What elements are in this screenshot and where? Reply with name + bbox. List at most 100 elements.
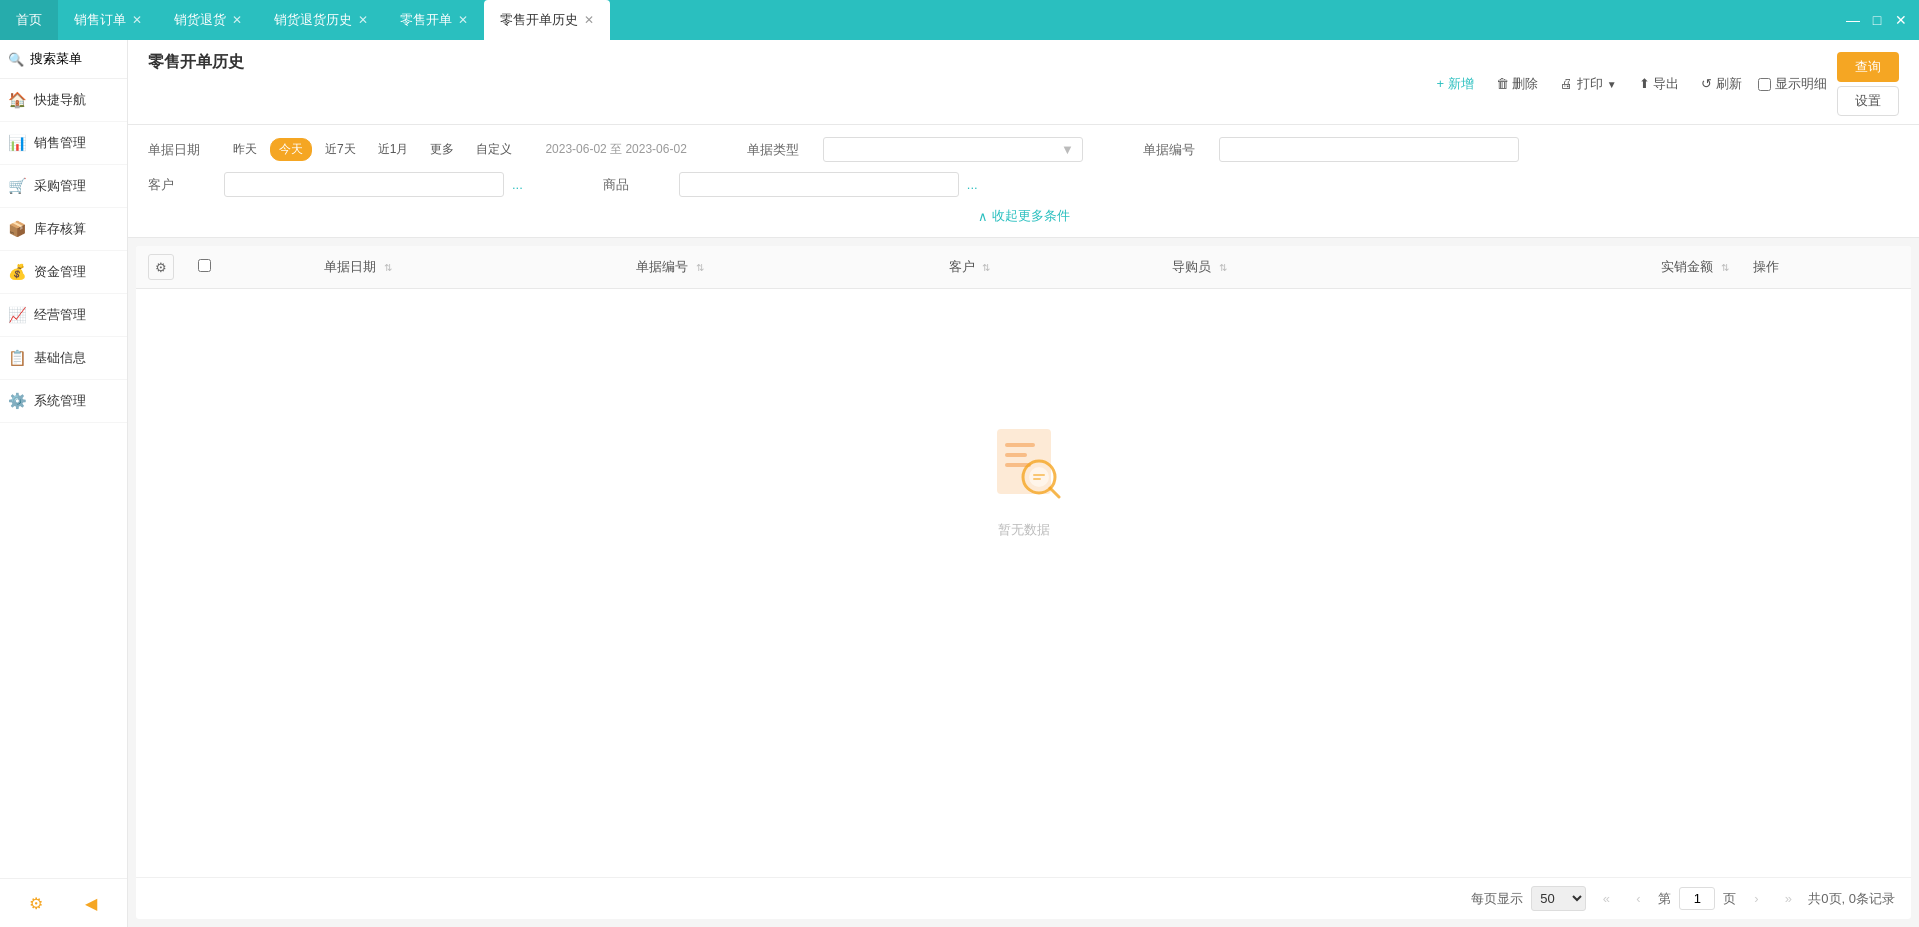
query-button[interactable]: 查询 bbox=[1837, 52, 1899, 82]
close-button[interactable]: ✕ bbox=[1893, 12, 1909, 28]
sort-no-icon[interactable]: ⇅ bbox=[696, 262, 704, 273]
goods-input[interactable] bbox=[679, 172, 959, 197]
tab-sales-order[interactable]: 销售订单 ✕ bbox=[58, 0, 158, 40]
export-button-label: ⬆ 导出 bbox=[1639, 75, 1680, 93]
doc-type-select[interactable]: ▼ bbox=[823, 137, 1083, 162]
date-today[interactable]: 今天 bbox=[270, 138, 312, 161]
sidebar-item-purchase-mgmt[interactable]: 🛒 采购管理 bbox=[0, 165, 127, 208]
svg-rect-8 bbox=[1033, 478, 1041, 480]
svg-rect-7 bbox=[1033, 474, 1045, 476]
sort-guide-icon[interactable]: ⇅ bbox=[1219, 262, 1227, 273]
th-checkbox[interactable] bbox=[186, 246, 312, 289]
date-range-display: 2023-06-02 至 2023-06-02 bbox=[545, 141, 686, 158]
last-page-button[interactable]: » bbox=[1776, 887, 1800, 911]
data-table: ⚙ 单据日期 ⇅ 单据编号 ⇅ bbox=[136, 246, 1911, 289]
next-page-button[interactable]: › bbox=[1744, 887, 1768, 911]
th-amount[interactable]: 实销金额 ⇅ bbox=[1428, 246, 1740, 289]
tab-retail-open-close[interactable]: ✕ bbox=[458, 13, 468, 27]
maximize-button[interactable]: □ bbox=[1869, 12, 1885, 28]
tab-sales-return[interactable]: 销货退货 ✕ bbox=[158, 0, 258, 40]
new-button[interactable]: + 新增 bbox=[1430, 71, 1479, 97]
search-icon: 🔍 bbox=[8, 52, 24, 67]
sidebar-settings-button[interactable]: ⚙ bbox=[22, 889, 50, 917]
minimize-button[interactable]: — bbox=[1845, 12, 1861, 28]
sidebar-item-purchase-mgmt-label: 采购管理 bbox=[34, 177, 86, 195]
date-last-month[interactable]: 近1月 bbox=[369, 138, 418, 161]
prev-page-button[interactable]: ‹ bbox=[1626, 887, 1650, 911]
display-detail-checkbox[interactable]: 显示明细 bbox=[1758, 75, 1827, 93]
tab-sales-return-close[interactable]: ✕ bbox=[232, 13, 242, 27]
print-dropdown-icon[interactable]: ▼ bbox=[1607, 79, 1617, 90]
doc-no-input[interactable] bbox=[1219, 137, 1519, 162]
customer-input[interactable] bbox=[224, 172, 504, 197]
select-all-checkbox[interactable] bbox=[198, 259, 211, 272]
delete-button[interactable]: 🗑 删除 bbox=[1490, 71, 1545, 97]
sidebar-item-inventory[interactable]: 📦 库存核算 bbox=[0, 208, 127, 251]
sidebar-item-quick-nav[interactable]: 🏠 快捷导航 bbox=[0, 79, 127, 122]
sidebar-search[interactable]: 🔍 搜索菜单 bbox=[0, 40, 127, 79]
sidebar-collapse-button[interactable]: ◀ bbox=[77, 889, 105, 917]
th-date[interactable]: 单据日期 ⇅ bbox=[312, 246, 624, 289]
inventory-icon: 📦 bbox=[8, 220, 26, 238]
th-action: 操作 bbox=[1741, 246, 1911, 289]
export-button[interactable]: ⬆ 导出 bbox=[1633, 71, 1686, 97]
settings-button[interactable]: 设置 bbox=[1837, 86, 1899, 116]
page-input[interactable] bbox=[1679, 887, 1715, 910]
table-wrapper: ⚙ 单据日期 ⇅ 单据编号 ⇅ bbox=[136, 246, 1911, 877]
tab-sales-return-history-label: 销货退货历史 bbox=[274, 11, 352, 29]
sort-customer-icon[interactable]: ⇅ bbox=[982, 262, 990, 273]
display-detail-input[interactable] bbox=[1758, 78, 1771, 91]
sidebar-item-finance[interactable]: 💰 资金管理 bbox=[0, 251, 127, 294]
per-page-select[interactable]: 50 10 20 100 bbox=[1531, 886, 1586, 911]
goods-label: 商品 bbox=[603, 176, 659, 194]
sort-date-icon[interactable]: ⇅ bbox=[384, 262, 392, 273]
finance-icon: 💰 bbox=[8, 263, 26, 281]
sidebar-item-sales-mgmt[interactable]: 📊 销售管理 bbox=[0, 122, 127, 165]
tab-retail-open-history-close[interactable]: ✕ bbox=[584, 13, 594, 27]
sidebar-item-sys-mgmt[interactable]: ⚙️ 系统管理 bbox=[0, 380, 127, 423]
th-no[interactable]: 单据编号 ⇅ bbox=[624, 246, 936, 289]
th-customer[interactable]: 客户 ⇅ bbox=[937, 246, 1161, 289]
sort-amount-icon[interactable]: ⇅ bbox=[1721, 262, 1729, 273]
date-custom[interactable]: 自定义 bbox=[467, 138, 521, 161]
sidebar-item-finance-label: 资金管理 bbox=[34, 263, 86, 281]
page-title: 零售开单历史 bbox=[148, 52, 244, 85]
sidebar-item-operations[interactable]: 📈 经营管理 bbox=[0, 294, 127, 337]
refresh-button[interactable]: ↺ 刷新 bbox=[1695, 71, 1748, 97]
tab-sales-return-history-close[interactable]: ✕ bbox=[358, 13, 368, 27]
per-page-label: 每页显示 bbox=[1471, 890, 1523, 908]
date-filter-label: 单据日期 bbox=[148, 141, 204, 159]
th-guide[interactable]: 导购员 ⇅ bbox=[1160, 246, 1428, 289]
tab-sales-order-label: 销售订单 bbox=[74, 11, 126, 29]
date-more[interactable]: 更多 bbox=[421, 138, 463, 161]
date-last7[interactable]: 近7天 bbox=[316, 138, 365, 161]
date-yesterday[interactable]: 昨天 bbox=[224, 138, 266, 161]
tab-sales-return-history[interactable]: 销货退货历史 ✕ bbox=[258, 0, 384, 40]
print-button[interactable]: 🖨 打印 ▼ bbox=[1554, 71, 1623, 97]
tab-sales-order-close[interactable]: ✕ bbox=[132, 13, 142, 27]
empty-text: 暂无数据 bbox=[998, 521, 1050, 539]
customer-dots-button[interactable]: ... bbox=[512, 177, 523, 192]
svg-point-5 bbox=[1029, 467, 1049, 487]
table-settings-button[interactable]: ⚙ bbox=[148, 254, 174, 280]
pagination-bar: 每页显示 50 10 20 100 « ‹ 第 页 › » 共0页, 0条记录 bbox=[136, 877, 1911, 919]
tab-home[interactable]: 首页 bbox=[0, 0, 58, 40]
purchase-icon: 🛒 bbox=[8, 177, 26, 195]
first-page-button[interactable]: « bbox=[1594, 887, 1618, 911]
page-header: 零售开单历史 + 新增 🗑 删除 🖨 打印 ▼ ⬆ 导出 ↺ 刷新 bbox=[128, 40, 1919, 125]
table-area: ⚙ 单据日期 ⇅ 单据编号 ⇅ bbox=[136, 246, 1911, 919]
filter-row-1: 单据日期 昨天 今天 近7天 近1月 更多 自定义 2023-06-02 至 2… bbox=[148, 137, 1899, 162]
display-detail-label: 显示明细 bbox=[1775, 75, 1827, 93]
tab-retail-open[interactable]: 零售开单 ✕ bbox=[384, 0, 484, 40]
sidebar-item-basic-info[interactable]: 📋 基础信息 bbox=[0, 337, 127, 380]
tab-retail-open-history[interactable]: 零售开单历史 ✕ bbox=[484, 0, 610, 40]
collapse-bar[interactable]: ∧ 收起更多条件 bbox=[148, 207, 1899, 225]
svg-line-6 bbox=[1050, 488, 1059, 497]
empty-illustration bbox=[979, 419, 1069, 509]
th-date-label: 单据日期 bbox=[324, 259, 376, 274]
table-header: ⚙ 单据日期 ⇅ 单据编号 ⇅ bbox=[136, 246, 1911, 289]
goods-dots-button[interactable]: ... bbox=[967, 177, 978, 192]
page-suffix: 页 bbox=[1723, 890, 1736, 908]
th-customer-label: 客户 bbox=[949, 259, 975, 274]
operations-icon: 📈 bbox=[8, 306, 26, 324]
